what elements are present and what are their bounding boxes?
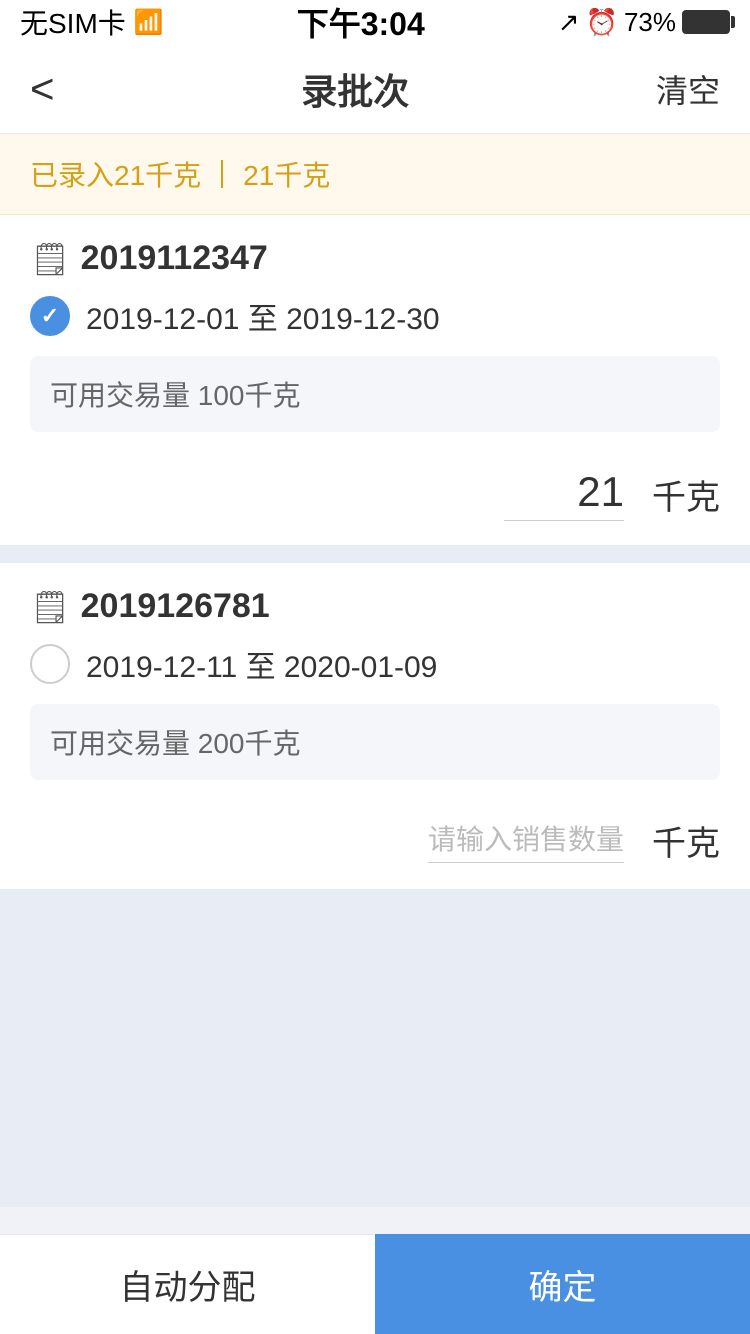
batch-date-2: 2019-12-11 至 2020-01-09 xyxy=(86,642,437,686)
clear-button[interactable]: 清空 xyxy=(656,66,720,112)
nav-bar: < 录批次 清空 xyxy=(0,44,750,134)
batch-id-1: 2019112347 xyxy=(81,239,268,278)
batch-card-1: 🗒 2019112347 2019-12-01 至 2019-12-30 可用交… xyxy=(0,215,750,545)
batch-avail-row-2: 可用交易量 200千克 xyxy=(30,704,720,780)
battery-percent: 73% xyxy=(624,7,676,38)
quantity-placeholder-2: 请输入销售数量 xyxy=(428,818,624,858)
batch-avail-text-1: 可用交易量 100千克 xyxy=(50,380,301,411)
quantity-input-wrapper-1[interactable]: 21 xyxy=(504,468,624,521)
batch-doc-icon-1: 🗒 xyxy=(30,240,71,278)
section-divider-2 xyxy=(0,889,750,907)
status-bar: 无SIM卡 📶 下午3:04 ↗ ⏰ 73% xyxy=(0,0,750,44)
section-divider-1 xyxy=(0,545,750,563)
quantity-unit-1: 千克 xyxy=(652,470,720,519)
empty-area xyxy=(0,907,750,1207)
info-banner-divider xyxy=(221,160,223,188)
bottom-bar: 自动分配 确定 xyxy=(0,1234,750,1334)
alarm-icon: ⏰ xyxy=(586,7,618,38)
confirm-button[interactable]: 确定 xyxy=(375,1234,750,1334)
batch-radio-1[interactable] xyxy=(30,296,70,336)
wifi-icon: 📶 xyxy=(134,8,164,37)
quantity-input-wrapper-2[interactable]: 请输入销售数量 xyxy=(428,818,624,863)
batch-date-row-2[interactable]: 2019-12-11 至 2020-01-09 xyxy=(0,636,750,696)
status-left: 无SIM卡 📶 xyxy=(20,2,164,42)
batch-card-2: 🗒 2019126781 2019-12-11 至 2020-01-09 可用交… xyxy=(0,563,750,889)
quantity-unit-2: 千克 xyxy=(652,816,720,865)
batch-date-row-1[interactable]: 2019-12-01 至 2019-12-30 xyxy=(0,288,750,348)
status-right: ↗ ⏰ 73% xyxy=(558,7,730,38)
battery-icon xyxy=(682,10,730,34)
status-time: 下午3:04 xyxy=(297,0,425,45)
content-wrapper: 🗒 2019112347 2019-12-01 至 2019-12-30 可用交… xyxy=(0,215,750,1307)
batch-doc-icon-2: 🗒 xyxy=(30,588,71,626)
quantity-row-1: 21 千克 xyxy=(0,452,750,545)
quantity-row-2: 请输入销售数量 千克 xyxy=(0,800,750,889)
auto-distribute-button[interactable]: 自动分配 xyxy=(0,1234,375,1334)
info-banner: 已录入21千克 21千克 xyxy=(0,134,750,215)
batch-radio-2[interactable] xyxy=(30,644,70,684)
back-button[interactable]: < xyxy=(30,65,55,113)
batch-avail-row-1: 可用交易量 100千克 xyxy=(30,356,720,432)
batch-id-2: 2019126781 xyxy=(81,587,270,626)
info-banner-value: 21千克 xyxy=(243,154,330,194)
batch-date-1: 2019-12-01 至 2019-12-30 xyxy=(86,294,440,338)
batch-header-1: 🗒 2019112347 xyxy=(0,215,750,288)
info-banner-label: 已录入21千克 xyxy=(30,154,201,194)
batch-header-2: 🗒 2019126781 xyxy=(0,563,750,636)
batch-avail-text-2: 可用交易量 200千克 xyxy=(50,728,301,759)
location-icon: ↗ xyxy=(558,7,580,38)
quantity-value-1: 21 xyxy=(577,468,624,516)
page-title: 录批次 xyxy=(301,63,409,115)
sim-label: 无SIM卡 xyxy=(20,2,126,42)
